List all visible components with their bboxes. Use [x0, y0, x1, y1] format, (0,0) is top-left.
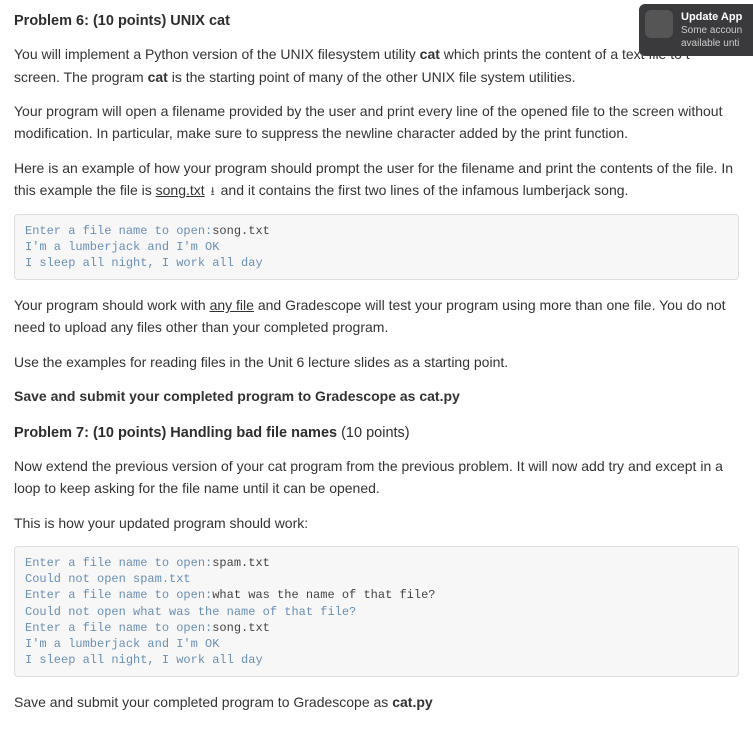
code-user-input: what was the name of that file? [212, 588, 435, 602]
code-user-input: song.txt [212, 224, 270, 238]
text: You will implement a Python version of t… [14, 46, 420, 62]
submit-filename: cat.py [392, 694, 432, 710]
submit-text: Save and submit your completed program t… [14, 388, 460, 404]
problem7-code-block: Enter a file name to open:spam.txt Could… [14, 546, 739, 677]
notification-body-line2: available unti [681, 37, 742, 50]
problem6-paragraph4: Your program should work with any file a… [14, 294, 739, 339]
notification-title: Update App [681, 10, 742, 24]
code-prompt: Enter a file name to open: [25, 224, 212, 238]
problem6-paragraph3: Here is an example of how your program s… [14, 157, 739, 202]
heading-bold: Problem 7: (10 points) Handling bad file… [14, 425, 337, 441]
song-txt-link[interactable]: song.txt [156, 182, 205, 198]
problem6-code-block: Enter a file name to open:song.txt I'm a… [14, 214, 739, 281]
code-output: Could not open what was the name of that… [25, 605, 356, 619]
problem6-heading: Problem 6: (10 points) UNIX cat [14, 10, 739, 33]
problem7-submit: Save and submit your completed program t… [14, 691, 739, 713]
download-icon[interactable]: ⭳ [211, 182, 215, 201]
bold-cat: cat [148, 69, 168, 85]
problem6-paragraph1: You will implement a Python version of t… [14, 43, 739, 88]
problem6-paragraph5: Use the examples for reading files in th… [14, 351, 739, 373]
submit-text: Save and submit your completed program t… [14, 694, 392, 710]
code-prompt: Enter a file name to open: [25, 621, 212, 635]
problem6-paragraph2: Your program will open a filename provid… [14, 100, 739, 145]
notification-text: Update App Some accoun available unti [681, 10, 742, 50]
problem7-heading: Problem 7: (10 points) Handling bad file… [14, 422, 739, 445]
code-user-input: spam.txt [212, 556, 270, 570]
code-output: I'm a lumberjack and I'm OK [25, 240, 219, 254]
heading-points: (10 points) [337, 425, 410, 441]
code-output: Could not open spam.txt [25, 572, 191, 586]
any-file-link: any file [210, 297, 254, 313]
problem7-paragraph2: This is how your updated program should … [14, 512, 739, 534]
code-output: I'm a lumberjack and I'm OK [25, 637, 219, 651]
code-output: I sleep all night, I work all day [25, 256, 263, 270]
code-prompt: Enter a file name to open: [25, 556, 212, 570]
text: Your program should work with [14, 297, 210, 313]
notification-body-line1: Some accoun [681, 24, 742, 37]
text: and it contains the first two lines of t… [221, 182, 629, 198]
apple-icon [645, 10, 673, 38]
problem7-paragraph1: Now extend the previous version of your … [14, 455, 739, 500]
system-notification[interactable]: Update App Some accoun available unti [639, 4, 753, 56]
text: is the starting point of many of the oth… [168, 69, 576, 85]
code-user-input: song.txt [212, 621, 270, 635]
bold-cat: cat [420, 46, 440, 62]
code-output: I sleep all night, I work all day [25, 653, 263, 667]
code-prompt: Enter a file name to open: [25, 588, 212, 602]
problem6-submit: Save and submit your completed program t… [14, 385, 739, 407]
